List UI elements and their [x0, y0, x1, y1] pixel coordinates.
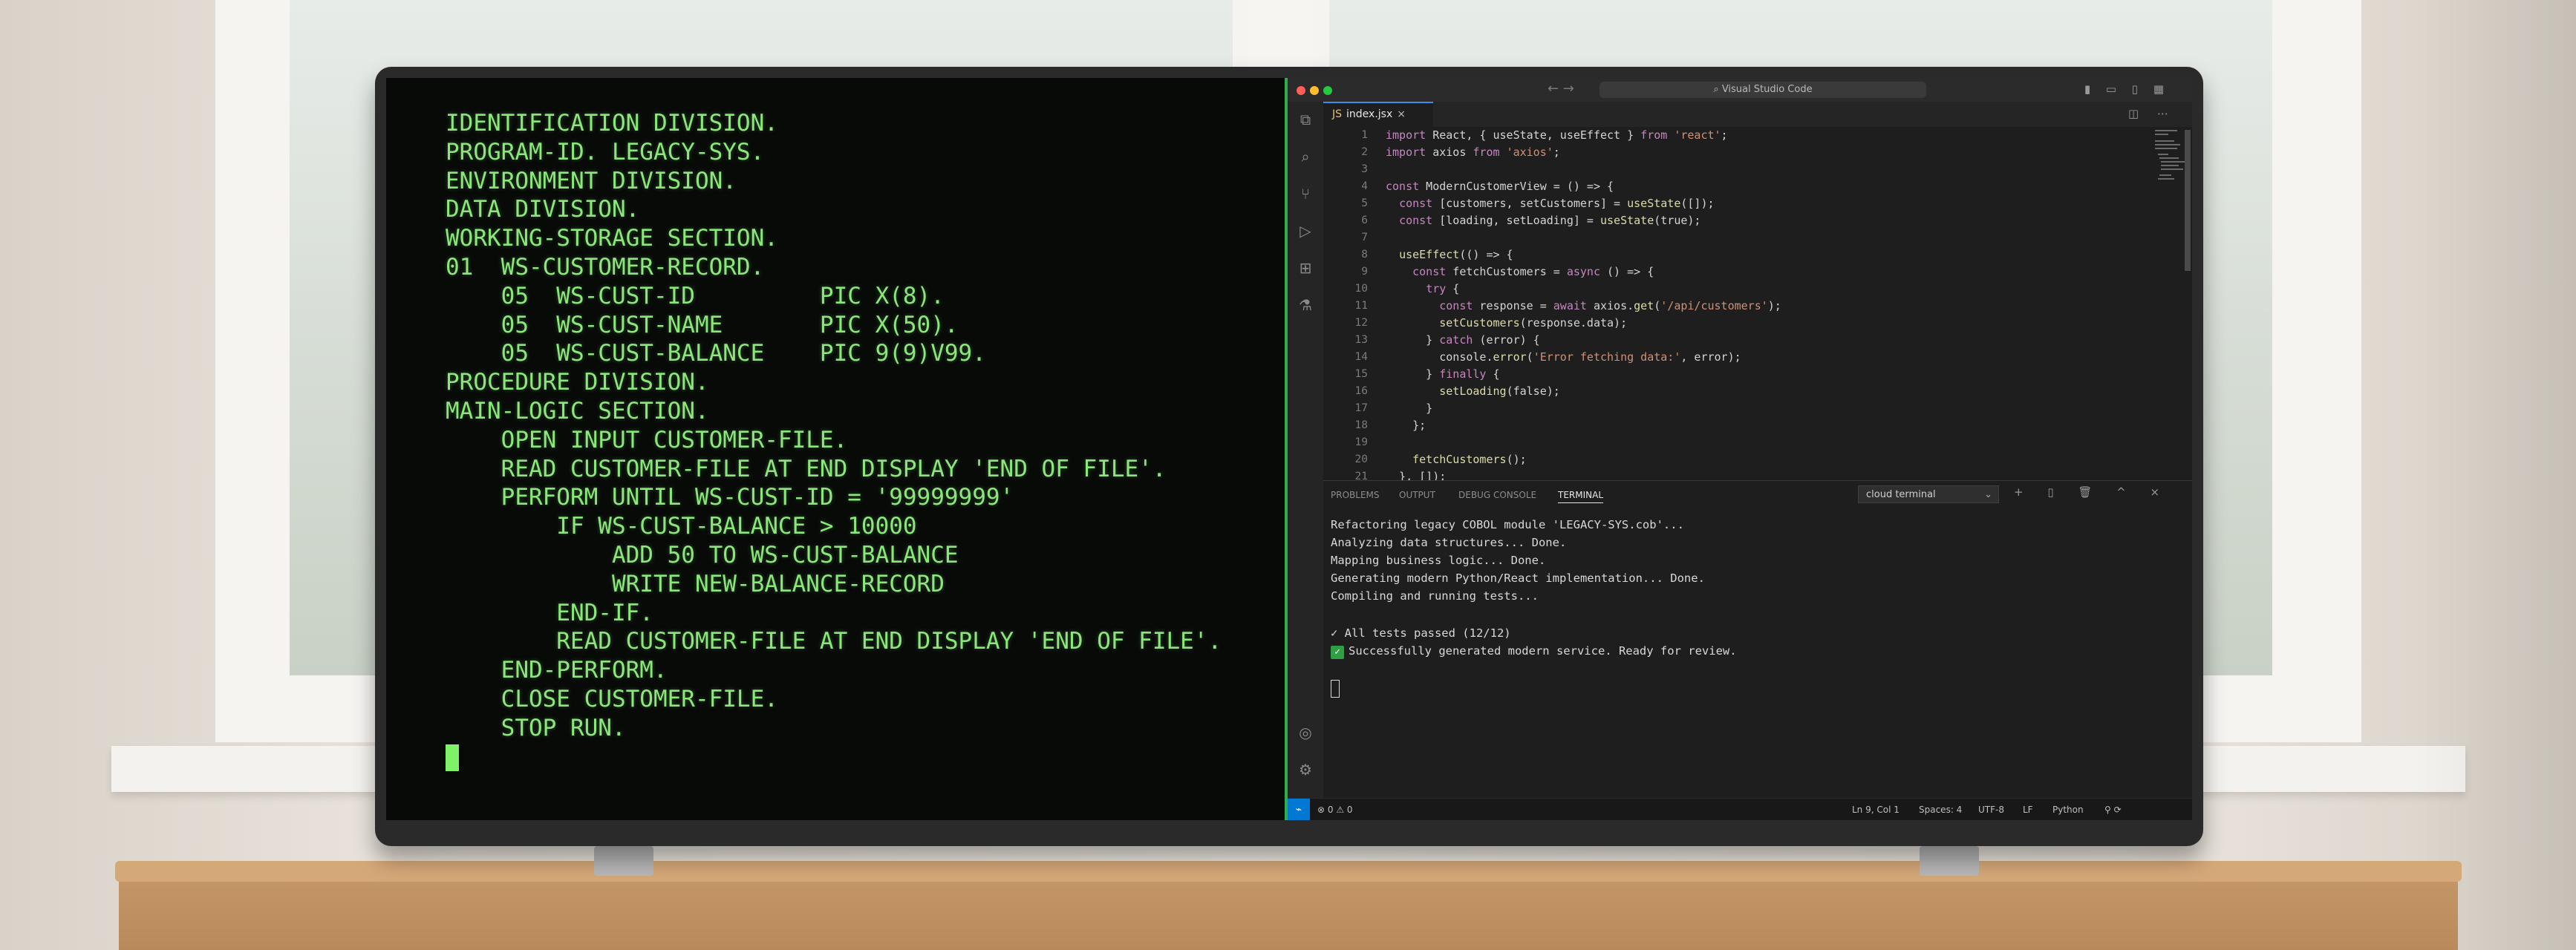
terminal-select-value: cloud terminal [1866, 489, 1936, 500]
maximize-window-button[interactable] [1323, 86, 1332, 95]
terminal-line: Refactoring legacy COBOL module 'LEGACY-… [1331, 518, 1684, 531]
success-line: ✓ Successfully generated modern service. … [1331, 644, 1737, 659]
panel-action-icons[interactable]: + ▯ 🗑 ^ × [2014, 485, 2170, 499]
tests-passed-line: ✓ All tests passed (12/12) [1331, 626, 1511, 640]
bottom-panel: PROBLEMS OUTPUT DEBUG CONSOLE TERMINAL c… [1323, 480, 2192, 799]
explorer-icon[interactable]: ⧉ [1297, 111, 1314, 128]
line-ending[interactable]: LF [2023, 805, 2033, 815]
monitor-screen: IDENTIFICATION DIVISION. PROGRAM-ID. LEG… [386, 78, 2192, 820]
editor-scrollbar[interactable] [2185, 130, 2191, 271]
monitor-foot-right [1920, 846, 1979, 876]
encoding[interactable]: UTF-8 [1978, 805, 2004, 815]
tab-problems[interactable]: PROBLEMS [1331, 490, 1380, 500]
wall-shadow [2413, 0, 2576, 950]
minimize-window-button[interactable] [1310, 86, 1319, 95]
remote-icon[interactable]: ⌁ [1288, 799, 1310, 820]
terminal-cursor [446, 744, 459, 771]
testing-icon[interactable]: ⚗ [1297, 296, 1314, 314]
language-mode[interactable]: Python [2052, 805, 2084, 815]
source-code[interactable]: import React, { useState, useEffect } fr… [1386, 127, 1781, 480]
status-bar: ⌁ ⊗ 0 ⚠ 0 Ln 9, Col 1 Spaces: 4 UTF-8 LF… [1288, 798, 2192, 820]
problems-count[interactable]: ⊗ 0 ⚠ 0 [1317, 805, 1353, 815]
search-icon[interactable]: ⌕ [1297, 148, 1314, 166]
title-bar: ← → ⌕ Visual Studio Code ▮ ▭ ▯ ▦ [1288, 78, 2192, 102]
accounts-icon[interactable]: ◎ [1297, 724, 1314, 741]
line-numbers: 1 2 3 4 5 6 7 8 9 10 11 12 13 14 15 16 1… [1354, 129, 1368, 480]
indentation[interactable]: Spaces: 4 [1919, 805, 1962, 815]
minimap[interactable] [2155, 127, 2185, 480]
terminal-line: Generating modern Python/React implement… [1331, 571, 1705, 585]
terminal-line: Mapping business logic... Done. [1331, 554, 1546, 567]
cobol-source: IDENTIFICATION DIVISION. PROGRAM-ID. LEG… [446, 110, 1222, 741]
tv-cabinet-top [115, 861, 2462, 882]
success-text: Successfully generated modern service. R… [1349, 644, 1737, 658]
tab-label: index.jsx [1346, 108, 1393, 120]
close-icon[interactable]: × [1397, 108, 1406, 120]
cobol-terminal: IDENTIFICATION DIVISION. PROGRAM-ID. LEG… [386, 78, 1285, 820]
tab-output[interactable]: OUTPUT [1399, 490, 1435, 500]
extensions-icon[interactable]: ⊞ [1297, 259, 1314, 277]
run-debug-icon[interactable]: ▷ [1297, 222, 1314, 240]
feedback-icons[interactable]: ⚲ ⟳ [2104, 805, 2122, 815]
monitor-foot-left [594, 846, 653, 876]
activity-bar: ⧉ ⌕ ⑂ ▷ ⊞ ⚗ ◎ ⚙ [1288, 102, 1323, 798]
source-control-icon[interactable]: ⑂ [1297, 185, 1314, 203]
close-window-button[interactable] [1297, 86, 1305, 95]
editor-tabs: JS index.jsx × ◫ ⋯ [1323, 102, 2192, 128]
layout-toggle-icons[interactable]: ▮ ▭ ▯ ▦ [2084, 82, 2170, 96]
editor-actions-icons[interactable]: ◫ ⋯ [2128, 107, 2176, 120]
nav-arrows-icon[interactable]: ← → [1548, 81, 1574, 96]
command-center-search[interactable]: ⌕ Visual Studio Code [1600, 82, 1926, 98]
terminal-cursor [1331, 680, 1340, 698]
terminal-line: Compiling and running tests... [1331, 589, 1539, 603]
terminal-select[interactable]: cloud terminal ⌄ [1858, 485, 1999, 503]
code-editor[interactable]: 1 2 3 4 5 6 7 8 9 10 11 12 13 14 15 16 1… [1323, 127, 2155, 480]
tab-terminal[interactable]: TERMINAL [1558, 490, 1604, 503]
cursor-position[interactable]: Ln 9, Col 1 [1852, 805, 1900, 815]
chevron-down-icon: ⌄ [1984, 489, 1992, 500]
tab-debug-console[interactable]: DEBUG CONSOLE [1458, 490, 1536, 500]
vscode-window: ← → ⌕ Visual Studio Code ▮ ▭ ▯ ▦ ⧉ ⌕ ⑂ ▷… [1288, 78, 2192, 820]
terminal-line: Analyzing data structures... Done. [1331, 536, 1567, 549]
check-icon: ✓ [1331, 646, 1344, 659]
settings-gear-icon[interactable]: ⚙ [1297, 761, 1314, 779]
jsx-file-icon: JS [1332, 108, 1343, 120]
tab-index-jsx[interactable]: JS index.jsx × [1323, 102, 1433, 128]
